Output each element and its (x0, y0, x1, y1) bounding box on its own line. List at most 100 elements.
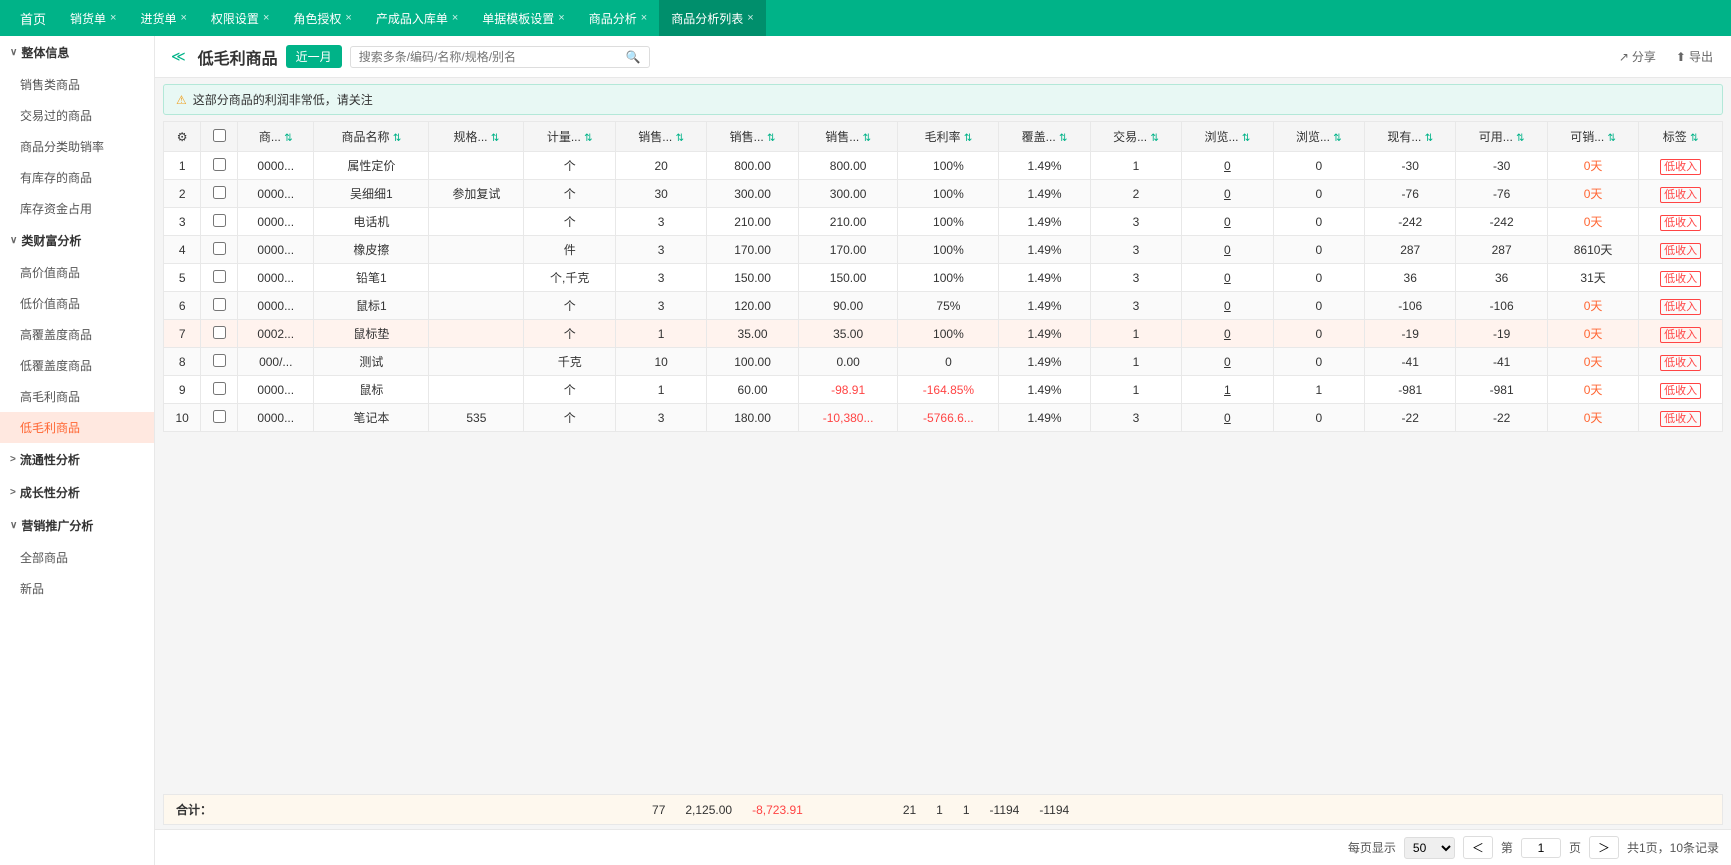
sidebar-section-marketing[interactable]: ∨ 营销推广分析 (0, 509, 154, 542)
row-checkbox[interactable] (201, 152, 238, 180)
collapse-sidebar-btn[interactable]: ≪ (167, 44, 190, 69)
row-transaction: 1 (1090, 376, 1181, 404)
col-saleable-days[interactable]: 可销... ⇅ (1547, 122, 1638, 152)
sidebar-section-growth[interactable]: > 成长性分析 (0, 476, 154, 509)
close-permissions[interactable]: × (263, 12, 269, 24)
row-browse1[interactable]: 1 (1182, 376, 1273, 404)
col-sales-price[interactable]: 销售... ⇅ (707, 122, 798, 152)
close-sales-order[interactable]: × (110, 12, 116, 24)
col-browse2[interactable]: 浏览... ⇅ (1273, 122, 1364, 152)
row-available-stock: -981 (1456, 376, 1547, 404)
close-purchase-order[interactable]: × (180, 12, 186, 24)
table-row: 9 0000... 鼠标 个 1 60.00 -98.91 -164.85% 1… (164, 376, 1723, 404)
search-icon[interactable]: 🔍 (626, 50, 641, 64)
sidebar-item-low-value[interactable]: 低价值商品 (0, 288, 154, 319)
row-gross-margin: 100% (898, 264, 999, 292)
nav-sales-order[interactable]: 销货单 × (58, 0, 128, 36)
col-name[interactable]: 商品名称 ⇅ (314, 122, 429, 152)
sidebar-item-stocked-goods[interactable]: 有库存的商品 (0, 162, 154, 193)
row-browse1[interactable]: 0 (1182, 320, 1273, 348)
row-browse1[interactable]: 0 (1182, 180, 1273, 208)
sidebar-item-traded-goods[interactable]: 交易过的商品 (0, 100, 154, 131)
sidebar-item-category-rate[interactable]: 商品分类助销率 (0, 131, 154, 162)
row-name: 鼠标1 (314, 292, 429, 320)
row-saleable-days: 0天 (1547, 320, 1638, 348)
nav-template-settings[interactable]: 单据模板设置 × (470, 0, 576, 36)
col-tag[interactable]: 标签 ⇅ (1639, 122, 1723, 152)
page-size-select[interactable]: 50 100 200 (1404, 837, 1455, 859)
time-filter-btn[interactable]: 近一月 (286, 45, 342, 68)
row-browse1[interactable]: 0 (1182, 236, 1273, 264)
row-browse2: 0 (1273, 292, 1364, 320)
row-browse1[interactable]: 0 (1182, 208, 1273, 236)
row-checkbox[interactable] (201, 208, 238, 236)
col-unit[interactable]: 计量... ⇅ (524, 122, 615, 152)
nav-product-analysis[interactable]: 商品分析 × (577, 0, 659, 36)
row-browse1[interactable]: 0 (1182, 348, 1273, 376)
close-product-analysis[interactable]: × (641, 12, 647, 24)
col-code[interactable]: 商... ⇅ (238, 122, 314, 152)
nav-purchase-order[interactable]: 进货单 × (128, 0, 198, 36)
close-role-auth[interactable]: × (345, 12, 351, 24)
col-spec[interactable]: 规格... ⇅ (429, 122, 524, 152)
row-checkbox[interactable] (201, 264, 238, 292)
prev-page-btn[interactable]: ＜ (1463, 836, 1493, 859)
row-checkbox[interactable] (201, 320, 238, 348)
sidebar-item-high-coverage[interactable]: 高覆盖度商品 (0, 319, 154, 350)
select-all-checkbox[interactable] (213, 129, 226, 142)
nav-product-stock[interactable]: 产成品入库单 × (364, 0, 470, 36)
row-sales-qty: 3 (615, 292, 706, 320)
notice-icon: ⚠ (176, 93, 187, 107)
nav-role-auth[interactable]: 角色授权 × (281, 0, 363, 36)
sidebar-item-all-goods[interactable]: 全部商品 (0, 542, 154, 573)
nav-product-analysis-list[interactable]: 商品分析列表 × (659, 0, 765, 36)
col-gross-margin[interactable]: 毛利率 ⇅ (898, 122, 999, 152)
content-header: ≪ 低毛利商品 近一月 🔍 ↗ 分享 ⬆ 导出 (155, 36, 1731, 78)
sidebar-item-stock-funds[interactable]: 库存资金占用 (0, 193, 154, 224)
col-sales-qty[interactable]: 销售... ⇅ (615, 122, 706, 152)
row-checkbox[interactable] (201, 180, 238, 208)
table-wrapper[interactable]: ⚙ 商... ⇅ 商品名称 ⇅ 规格... ⇅ 计量... ⇅ 销售... ⇅ … (155, 121, 1731, 794)
row-name: 笔记本 (314, 404, 429, 432)
row-checkbox[interactable] (201, 404, 238, 432)
col-sales-amount[interactable]: 销售... ⇅ (798, 122, 898, 152)
nav-home[interactable]: 首页 (8, 0, 58, 36)
row-tag: 低收入 (1639, 208, 1723, 236)
col-coverage[interactable]: 覆盖... ⇅ (999, 122, 1090, 152)
sidebar-section-liquidity[interactable]: > 流通性分析 (0, 443, 154, 476)
page-input[interactable] (1521, 838, 1561, 858)
col-checkbox[interactable] (201, 122, 238, 152)
share-btn[interactable]: ↗ 分享 (1613, 45, 1662, 68)
col-current-stock[interactable]: 现有... ⇅ (1365, 122, 1456, 152)
col-transaction[interactable]: 交易... ⇅ (1090, 122, 1181, 152)
row-browse1[interactable]: 0 (1182, 264, 1273, 292)
row-browse1[interactable]: 0 (1182, 292, 1273, 320)
sidebar-section-wealth[interactable]: ∨ 类财富分析 (0, 224, 154, 257)
search-input[interactable] (359, 50, 626, 64)
sidebar-item-sales-goods[interactable]: 销售类商品 (0, 69, 154, 100)
col-browse1[interactable]: 浏览... ⇅ (1182, 122, 1273, 152)
row-checkbox[interactable] (201, 376, 238, 404)
row-checkbox[interactable] (201, 236, 238, 264)
nav-permissions[interactable]: 权限设置 × (199, 0, 281, 36)
row-spec: 参加复试 (429, 180, 524, 208)
col-available-stock[interactable]: 可用... ⇅ (1456, 122, 1547, 152)
row-gross-margin: 75% (898, 292, 999, 320)
row-browse1[interactable]: 0 (1182, 152, 1273, 180)
row-checkbox[interactable] (201, 348, 238, 376)
row-available-stock: 287 (1456, 236, 1547, 264)
col-settings[interactable]: ⚙ (164, 122, 201, 152)
export-btn[interactable]: ⬆ 导出 (1670, 45, 1719, 68)
sidebar-item-low-coverage[interactable]: 低覆盖度商品 (0, 350, 154, 381)
close-product-analysis-list[interactable]: × (747, 12, 753, 24)
close-template-settings[interactable]: × (558, 12, 564, 24)
sidebar-section-overall[interactable]: ∨ 整体信息 (0, 36, 154, 69)
sidebar-item-low-margin[interactable]: 低毛利商品 (0, 412, 154, 443)
sidebar-item-new-goods[interactable]: 新品 (0, 573, 154, 604)
next-page-btn[interactable]: ＞ (1589, 836, 1619, 859)
sidebar-item-high-value[interactable]: 高价值商品 (0, 257, 154, 288)
close-product-stock[interactable]: × (452, 12, 458, 24)
sidebar-item-high-margin[interactable]: 高毛利商品 (0, 381, 154, 412)
row-browse1[interactable]: 0 (1182, 404, 1273, 432)
row-checkbox[interactable] (201, 292, 238, 320)
